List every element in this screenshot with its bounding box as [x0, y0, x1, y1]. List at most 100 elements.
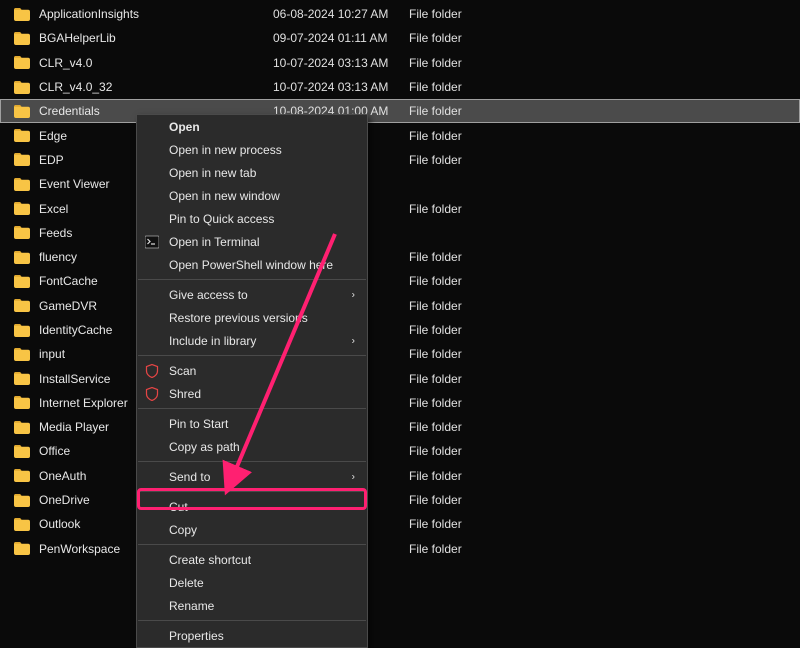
file-type: File folder — [409, 444, 462, 458]
context-menu-pin-to-quick-access[interactable]: Pin to Quick access — [137, 207, 367, 230]
file-date: 06-08-2024 10:27 AM — [273, 7, 409, 21]
file-row[interactable]: PenWorkspaceFile folder — [0, 537, 800, 561]
file-row[interactable]: InstallServiceFile folder — [0, 366, 800, 390]
context-menu-label: Open in Terminal — [169, 235, 260, 249]
folder-icon — [14, 275, 30, 288]
file-type: File folder — [409, 31, 462, 45]
folder-icon — [14, 153, 30, 166]
context-menu-give-access-to[interactable]: Give access to › — [137, 283, 367, 306]
context-menu-open[interactable]: Open — [137, 115, 367, 138]
context-menu-label: Create shortcut — [169, 553, 251, 567]
file-type: File folder — [409, 372, 462, 386]
file-name: BGAHelperLib — [39, 31, 273, 45]
folder-icon — [14, 421, 30, 434]
file-type: File folder — [409, 517, 462, 531]
context-menu-pin-to-start[interactable]: Pin to Start — [137, 412, 367, 435]
folder-icon — [14, 518, 30, 531]
context-menu-create-shortcut[interactable]: Create shortcut — [137, 548, 367, 571]
file-row[interactable]: Event Viewer — [0, 172, 800, 196]
folder-icon — [14, 251, 30, 264]
file-date: 09-07-2024 01:11 AM — [273, 31, 409, 45]
file-type: File folder — [409, 250, 462, 264]
folder-icon — [14, 32, 30, 45]
file-row[interactable]: EDPFile folder — [0, 148, 800, 172]
folder-icon — [14, 129, 30, 142]
chevron-right-icon: › — [352, 335, 355, 346]
context-menu-open-in-new-tab[interactable]: Open in new tab — [137, 161, 367, 184]
file-row[interactable]: Internet ExplorerFile folder — [0, 391, 800, 415]
context-menu-cut[interactable]: Cut — [137, 495, 367, 518]
context-menu-label: Shred — [169, 387, 201, 401]
file-row[interactable]: inputFile folder — [0, 342, 800, 366]
file-row[interactable]: EdgeFile folder — [0, 123, 800, 147]
file-type: File folder — [409, 420, 462, 434]
file-row[interactable]: ExcelFile folder — [0, 196, 800, 220]
context-menu-separator — [138, 620, 366, 621]
folder-icon — [14, 202, 30, 215]
file-row[interactable]: Media PlayerFile folder — [0, 415, 800, 439]
folder-icon — [14, 226, 30, 239]
file-row[interactable]: GameDVRFile folder — [0, 294, 800, 318]
context-menu-label: Open in new window — [169, 189, 280, 203]
context-menu-label: Pin to Start — [169, 417, 228, 431]
context-menu-label: Scan — [169, 364, 196, 378]
file-type: File folder — [409, 469, 462, 483]
red-shield-icon — [145, 387, 159, 401]
context-menu-label: Properties — [169, 629, 224, 643]
context-menu-label: Send to — [169, 470, 210, 484]
context-menu-include-in-library[interactable]: Include in library › — [137, 329, 367, 352]
file-type: File folder — [409, 299, 462, 313]
file-row[interactable]: FontCacheFile folder — [0, 269, 800, 293]
file-row[interactable]: OfficeFile folder — [0, 439, 800, 463]
file-row[interactable]: fluencyFile folder — [0, 245, 800, 269]
folder-icon — [14, 324, 30, 337]
context-menu-label: Cut — [169, 500, 188, 514]
file-list: ApplicationInsights06-08-2024 10:27 AMFi… — [0, 0, 800, 561]
file-row[interactable]: OneAuthFile folder — [0, 464, 800, 488]
file-row[interactable]: CLR_v4.010-07-2024 03:13 AMFile folder — [0, 51, 800, 75]
file-row[interactable]: Credentials10-08-2024 01:00 AMFile folde… — [0, 99, 800, 123]
folder-icon — [14, 299, 30, 312]
file-name: CLR_v4.0 — [39, 56, 273, 70]
file-type: File folder — [409, 153, 462, 167]
context-menu-copy-as-path[interactable]: Copy as path — [137, 435, 367, 458]
folder-icon — [14, 396, 30, 409]
folder-icon — [14, 8, 30, 21]
file-row[interactable]: CLR_v4.0_3210-07-2024 03:13 AMFile folde… — [0, 75, 800, 99]
context-menu-label: Rename — [169, 599, 214, 613]
context-menu-separator — [138, 461, 366, 462]
context-menu-label: Copy as path — [169, 440, 240, 454]
context-menu-send-to[interactable]: Send to › — [137, 465, 367, 488]
context-menu-label: Give access to — [169, 288, 248, 302]
context-menu-open-in-new-process[interactable]: Open in new process — [137, 138, 367, 161]
context-menu-properties[interactable]: Properties — [137, 624, 367, 647]
file-row[interactable]: BGAHelperLib09-07-2024 01:11 AMFile fold… — [0, 26, 800, 50]
context-menu-rename[interactable]: Rename — [137, 594, 367, 617]
file-type: File folder — [409, 80, 462, 94]
context-menu-scan[interactable]: Scan — [137, 359, 367, 382]
context-menu-open-in-terminal[interactable]: Open in Terminal — [137, 230, 367, 253]
red-shield-icon — [145, 364, 159, 378]
context-menu-copy[interactable]: Copy — [137, 518, 367, 541]
file-row[interactable]: Feeds — [0, 221, 800, 245]
context-menu-delete[interactable]: Delete — [137, 571, 367, 594]
context-menu-label: Include in library — [169, 334, 256, 348]
folder-icon — [14, 56, 30, 69]
context-menu-open-powershell-window-here[interactable]: Open PowerShell window here — [137, 253, 367, 276]
context-menu-shred[interactable]: Shred — [137, 382, 367, 405]
chevron-right-icon: › — [352, 289, 355, 300]
chevron-right-icon: › — [352, 471, 355, 482]
context-menu-label: Pin to Quick access — [169, 212, 274, 226]
folder-icon — [14, 542, 30, 555]
context-menu-label: Restore previous versions — [169, 311, 308, 325]
context-menu-open-in-new-window[interactable]: Open in new window — [137, 184, 367, 207]
file-row[interactable]: IdentityCacheFile folder — [0, 318, 800, 342]
file-row[interactable]: ApplicationInsights06-08-2024 10:27 AMFi… — [0, 2, 800, 26]
file-type: File folder — [409, 347, 462, 361]
file-row[interactable]: OneDriveFile folder — [0, 488, 800, 512]
context-menu: OpenOpen in new processOpen in new tab Op… — [136, 114, 368, 648]
context-menu-restore-previous-versions[interactable]: Restore previous versions — [137, 306, 367, 329]
context-menu-separator — [138, 544, 366, 545]
file-name: ApplicationInsights — [39, 7, 273, 21]
file-row[interactable]: OutlookFile folder — [0, 512, 800, 536]
